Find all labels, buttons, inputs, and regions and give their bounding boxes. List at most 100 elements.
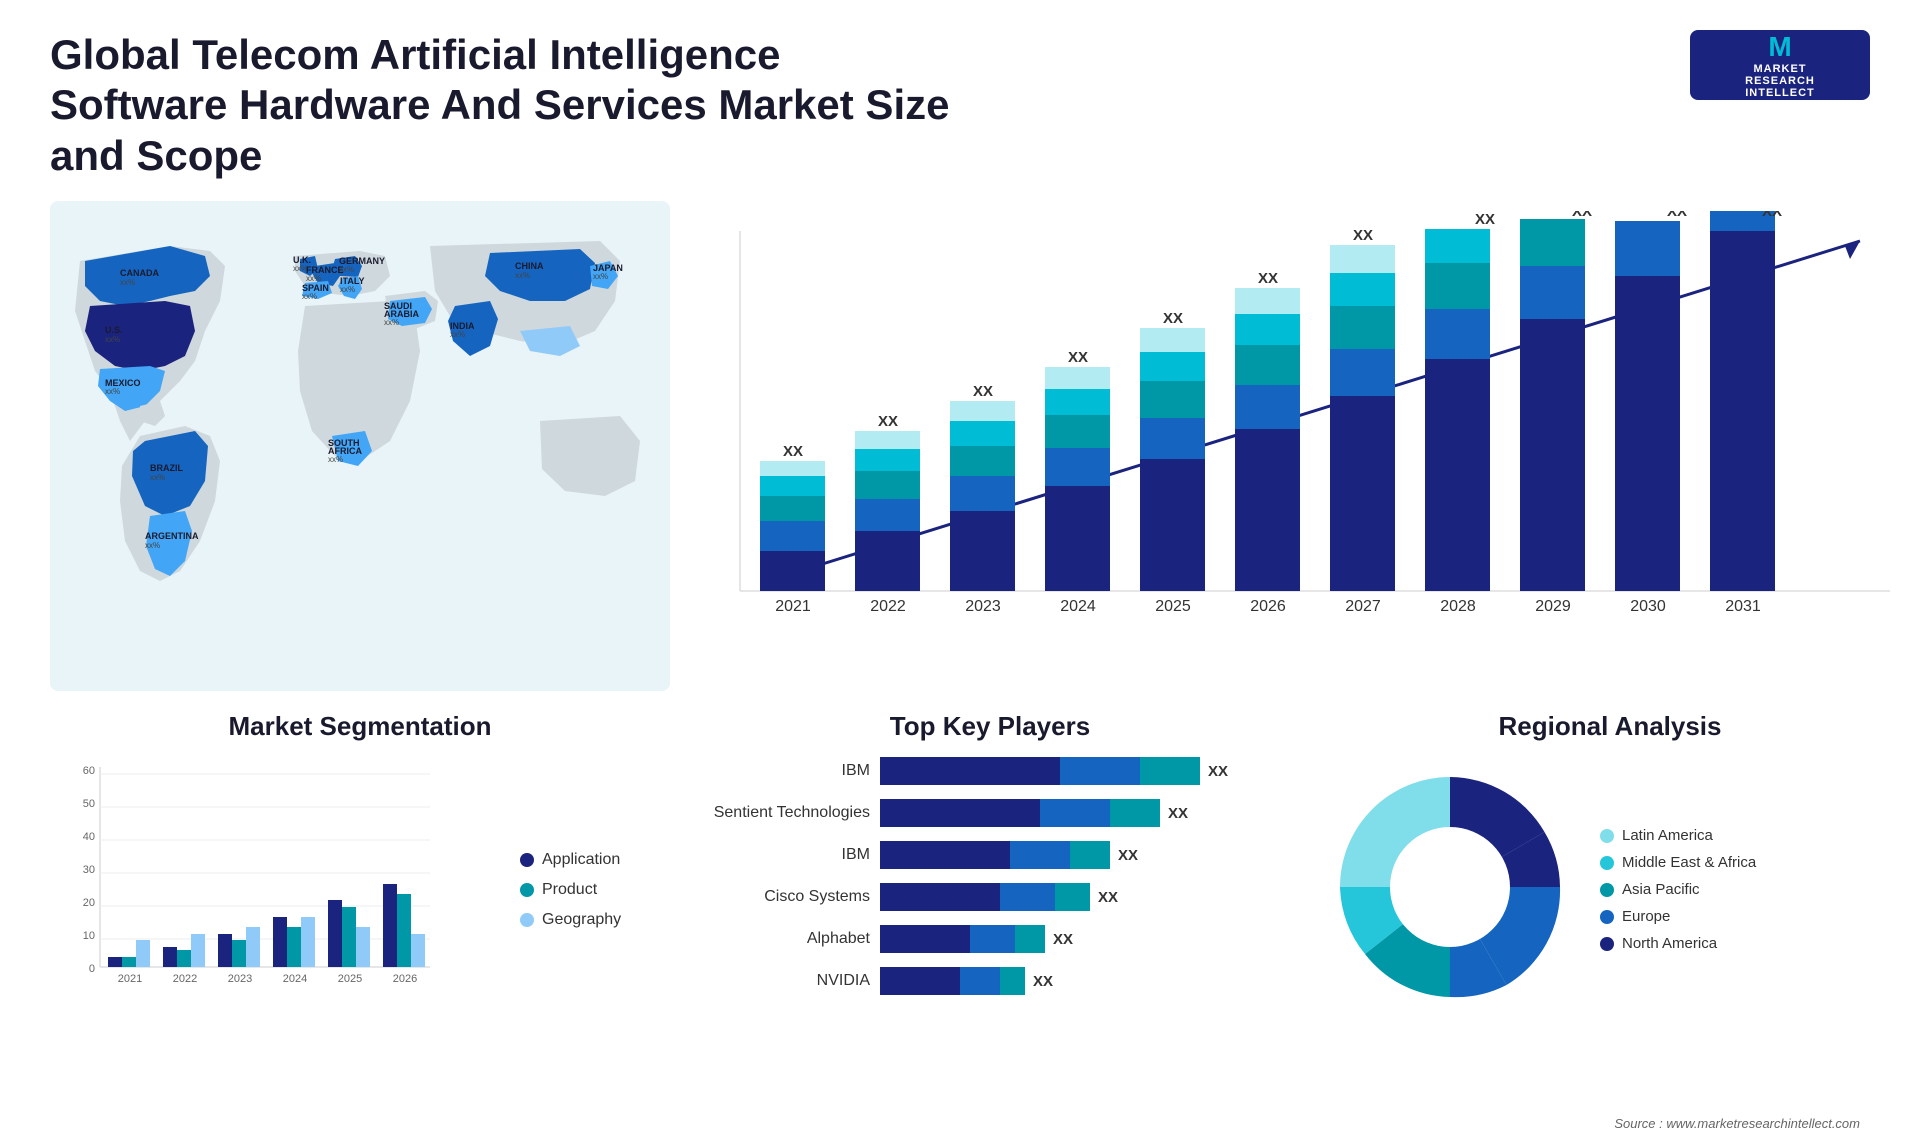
logo-line3: INTELLECT [1745,87,1815,99]
legend-application: Application [520,851,660,869]
svg-text:2022: 2022 [173,973,197,985]
svg-text:U.S.: U.S. [105,325,123,335]
svg-text:2024: 2024 [1060,598,1096,615]
svg-text:xx%: xx% [339,265,354,274]
svg-text:xx%: xx% [105,335,120,344]
key-players-section: Top Key Players IBM XX [690,711,1290,1022]
logo-box: M MARKET RESEARCH INTELLECT [1690,30,1870,100]
legend-product: Product [520,881,660,899]
application-label: Application [542,851,620,869]
logo-line1: MARKET [1753,63,1806,75]
svg-text:2025: 2025 [1155,598,1191,615]
player-name: Sentient Technologies [710,804,870,822]
logo-line2: RESEARCH [1745,75,1815,87]
player-name: IBM [710,762,870,780]
asia-pacific-dot [1600,883,1614,897]
page-container: Global Telecom Artificial Intelligence S… [0,0,1920,1146]
legend-asia-pacific: Asia Pacific [1600,881,1756,898]
latin-america-label: Latin America [1622,827,1713,844]
svg-text:BRAZIL: BRAZIL [150,463,183,473]
bar-seg3 [1015,925,1045,953]
logo-letter: M [1768,31,1791,63]
bar-chart-section: 2021 XX 2022 XX 2023 XX [690,201,1910,691]
segmentation-container: 0 10 20 30 40 50 60 [50,757,670,1022]
world-map-svg: CANADA xx% U.S. xx% MEXICO xx% BRAZIL xx… [50,201,670,691]
seg-chart: 0 10 20 30 40 50 60 [60,757,500,1022]
svg-text:XX: XX [878,413,898,430]
player-row-nvidia: NVIDIA XX [710,967,1270,995]
geography-dot [520,913,534,927]
player-bar [880,967,1025,995]
latin-america-dot [1600,829,1614,843]
player-bar [880,799,1160,827]
donut-chart-svg [1320,757,1580,1017]
svg-text:xx%: xx% [515,271,530,280]
svg-text:XX: XX [1667,211,1687,220]
svg-text:10: 10 [83,930,95,942]
player-row-ibm2: IBM XX [710,841,1270,869]
application-dot [520,853,534,867]
bar-seg3 [1000,967,1025,995]
bar-seg2 [1010,841,1070,869]
bar-seg2 [1040,799,1110,827]
svg-text:XX: XX [1762,211,1782,220]
bottom-right: Top Key Players IBM XX [690,711,1910,1022]
player-name: Alphabet [710,930,870,948]
player-bar [880,841,1110,869]
svg-text:XX: XX [1353,227,1373,244]
svg-text:2031: 2031 [1725,598,1761,615]
player-value: XX [1098,889,1118,906]
player-value: XX [1033,973,1053,990]
svg-text:ARGENTINA: ARGENTINA [145,531,199,541]
header: Global Telecom Artificial Intelligence S… [50,30,1870,181]
svg-text:xx%: xx% [306,274,321,283]
svg-text:xx%: xx% [450,330,465,339]
svg-text:2021: 2021 [118,973,142,985]
svg-text:CHINA: CHINA [515,261,544,271]
bar-seg3 [1110,799,1160,827]
svg-text:xx%: xx% [145,541,160,550]
svg-text:30: 30 [83,864,95,876]
legend-europe: Europe [1600,908,1756,925]
svg-text:2029: 2029 [1535,598,1571,615]
svg-text:2024: 2024 [283,973,307,985]
europe-label: Europe [1622,908,1670,925]
bar-seg1 [880,925,970,953]
svg-text:XX: XX [973,383,993,400]
segmentation-title: Market Segmentation [50,711,670,742]
svg-text:xx%: xx% [120,278,135,287]
svg-text:xx%: xx% [593,272,608,281]
player-value: XX [1053,931,1073,948]
svg-text:2030: 2030 [1630,598,1666,615]
segmentation-chart-svg: 0 10 20 30 40 50 60 [60,757,440,1017]
regional-container: Latin America Middle East & Africa Asia … [1310,757,1910,1022]
svg-text:50: 50 [83,798,95,810]
svg-text:XX: XX [1572,211,1592,220]
svg-text:CANADA: CANADA [120,268,159,278]
svg-text:xx%: xx% [302,292,317,301]
legend-north-america: North America [1600,935,1756,952]
player-bar-container: XX [880,841,1270,869]
player-value: XX [1118,847,1138,864]
svg-text:2021: 2021 [775,598,811,615]
player-bar-container: XX [880,799,1270,827]
player-bar-container: XX [880,967,1270,995]
player-bar [880,883,1090,911]
product-dot [520,883,534,897]
player-row-sentient: Sentient Technologies XX [710,799,1270,827]
svg-text:2026: 2026 [1250,598,1286,615]
player-value: XX [1208,763,1228,780]
player-name: IBM [710,846,870,864]
regional-section: Regional Analysis [1310,711,1910,1022]
players-container: IBM XX Sentient Technologies [690,757,1290,995]
bar-seg2 [1000,883,1055,911]
svg-text:XX: XX [1068,349,1088,366]
svg-text:xx%: xx% [150,473,165,482]
source-text: Source : www.marketresearchintellect.com [1614,1116,1860,1131]
svg-text:xx%: xx% [340,285,355,294]
player-bar [880,925,1045,953]
bar-seg1 [880,799,1040,827]
legend-mea: Middle East & Africa [1600,854,1756,871]
svg-text:2027: 2027 [1345,598,1381,615]
content-grid: CANADA xx% U.S. xx% MEXICO xx% BRAZIL xx… [50,201,1870,1022]
